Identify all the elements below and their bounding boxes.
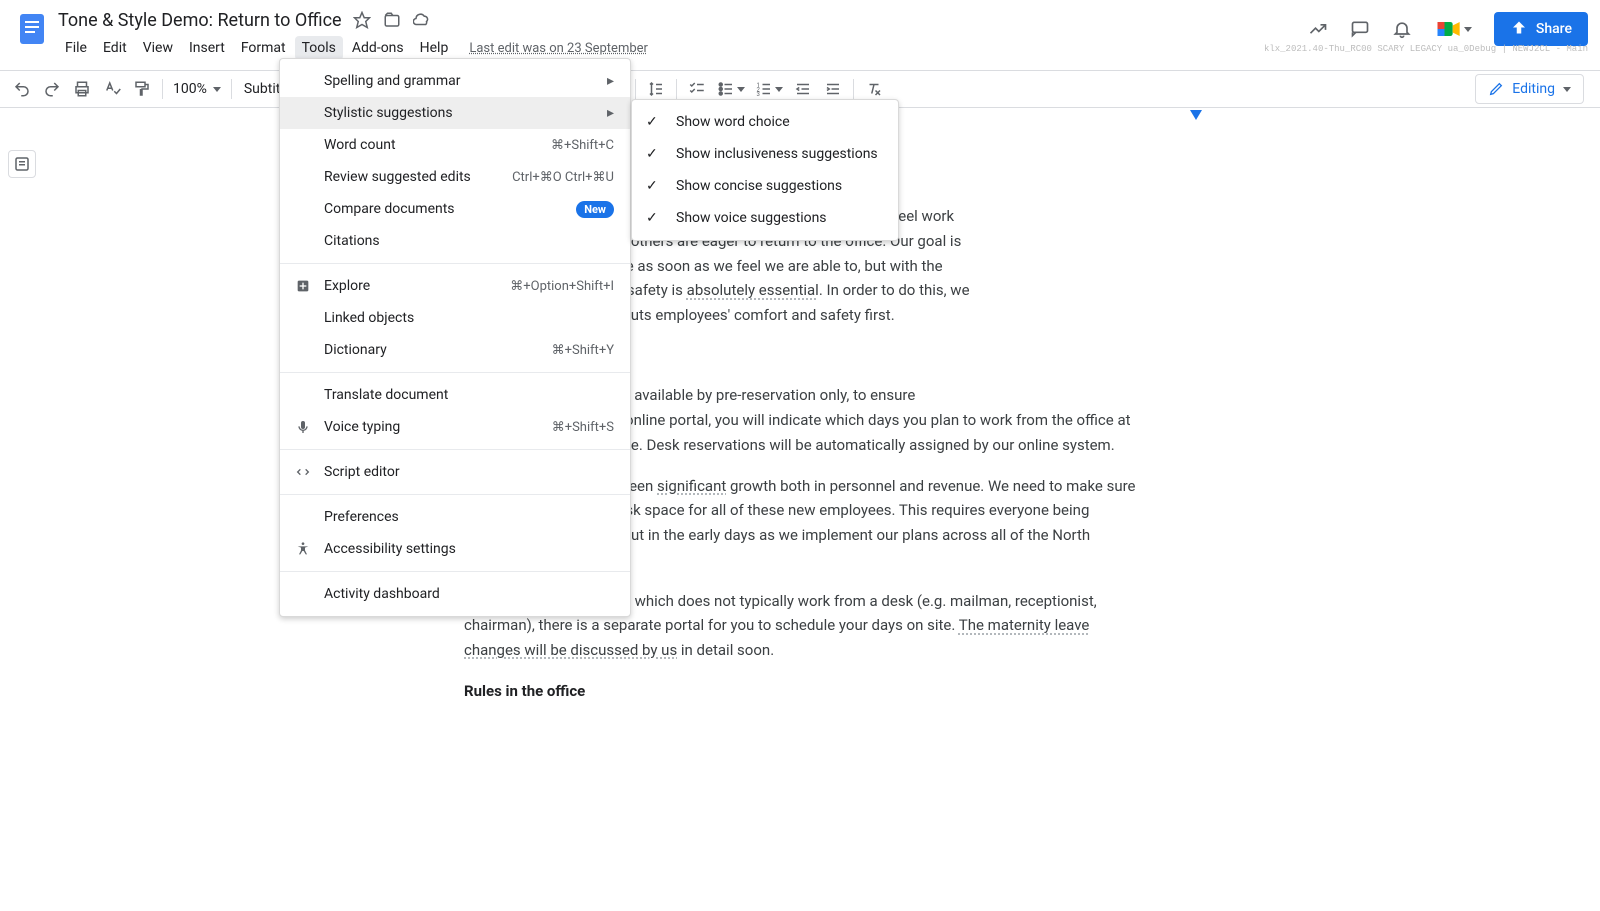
- tools-item-word-count[interactable]: Word count⌘+Shift+C: [280, 129, 630, 161]
- share-label: Share: [1536, 21, 1572, 37]
- menu-tools[interactable]: Tools: [295, 36, 343, 60]
- header: Tone & Style Demo: Return to Office File…: [0, 0, 1600, 62]
- tools-item-linked-objects[interactable]: Linked objects: [280, 302, 630, 334]
- menu-edit[interactable]: Edit: [96, 36, 134, 60]
- share-button[interactable]: Share: [1494, 12, 1588, 46]
- spellcheck-button[interactable]: [98, 75, 126, 103]
- tools-item-translate-document[interactable]: Translate document: [280, 379, 630, 411]
- paint-format-button[interactable]: [128, 75, 156, 103]
- tools-item-review-suggested-edits[interactable]: Review suggested editsCtrl+⌘O Ctrl+⌘U: [280, 161, 630, 193]
- tools-item-preferences[interactable]: Preferences: [280, 501, 630, 533]
- debug-info: klx_2021.40-Thu_RC00 SCARY LEGACY ua_0De…: [1264, 44, 1588, 54]
- comments-icon[interactable]: [1350, 19, 1370, 39]
- menubar: File Edit View Insert Format Tools Add-o…: [58, 34, 1308, 62]
- tools-item-script-editor[interactable]: Script editor: [280, 456, 630, 488]
- stylistic-option-show-concise-suggestions[interactable]: ✓Show concise suggestions: [632, 170, 898, 202]
- suggestion-link[interactable]: absolutely essential: [687, 281, 819, 299]
- check-icon: ✓: [646, 210, 664, 226]
- doc-text: in detail soon.: [677, 641, 774, 659]
- print-button[interactable]: [68, 75, 96, 103]
- code-icon: [294, 463, 312, 481]
- menu-view[interactable]: View: [136, 36, 180, 60]
- check-icon: ✓: [646, 114, 664, 130]
- tools-item-compare-documents[interactable]: Compare documentsNew: [280, 193, 630, 225]
- suggestion-link[interactable]: significant: [657, 477, 726, 495]
- docs-logo[interactable]: [12, 8, 52, 48]
- star-icon[interactable]: [352, 10, 372, 30]
- check-icon: ✓: [646, 178, 664, 194]
- activity-icon[interactable]: [1308, 19, 1328, 39]
- stylistic-option-show-word-choice[interactable]: ✓Show word choice: [632, 106, 898, 138]
- last-edit-link[interactable]: Last edit was on 23 September: [469, 41, 648, 56]
- tools-item-explore[interactable]: Explore⌘+Option+Shift+I: [280, 270, 630, 302]
- tools-menu-dropdown: Spelling and grammar▸Stylistic suggestio…: [279, 58, 631, 617]
- menu-file[interactable]: File: [58, 36, 94, 60]
- tools-item-activity-dashboard[interactable]: Activity dashboard: [280, 578, 630, 610]
- cloud-status-icon[interactable]: [412, 10, 432, 30]
- notifications-icon[interactable]: [1392, 19, 1412, 39]
- tools-item-dictionary[interactable]: Dictionary⌘+Shift+Y: [280, 334, 630, 366]
- submenu-arrow-icon: ▸: [607, 105, 614, 121]
- new-badge: New: [576, 201, 614, 218]
- tools-item-spelling-and-grammar[interactable]: Spelling and grammar▸: [280, 65, 630, 97]
- stylistic-option-show-inclusiveness-suggestions[interactable]: ✓Show inclusiveness suggestions: [632, 138, 898, 170]
- redo-button[interactable]: [38, 75, 66, 103]
- svg-text:3: 3: [756, 91, 759, 98]
- meet-button[interactable]: [1434, 15, 1472, 43]
- menu-addons[interactable]: Add-ons: [345, 36, 411, 60]
- editing-mode-button[interactable]: Editing: [1475, 74, 1584, 104]
- title-area: Tone & Style Demo: Return to Office File…: [58, 8, 1308, 62]
- menu-help[interactable]: Help: [413, 36, 456, 60]
- ruler-marker-icon[interactable]: [1190, 110, 1202, 120]
- zoom-select[interactable]: 100%: [169, 79, 225, 99]
- subheading: Rules in the office: [464, 679, 1136, 704]
- header-right: Share: [1308, 8, 1588, 46]
- tools-item-voice-typing[interactable]: Voice typing⌘+Shift+S: [280, 411, 630, 443]
- plus-icon: [294, 277, 312, 295]
- check-icon: ✓: [646, 146, 664, 162]
- tools-item-stylistic-suggestions[interactable]: Stylistic suggestions▸: [280, 97, 630, 129]
- submenu-arrow-icon: ▸: [607, 73, 614, 89]
- move-icon[interactable]: [382, 10, 402, 30]
- stylistic-option-show-voice-suggestions[interactable]: ✓Show voice suggestions: [632, 202, 898, 234]
- stylistic-submenu: ✓Show word choice✓Show inclusiveness sug…: [631, 99, 899, 241]
- undo-button[interactable]: [8, 75, 36, 103]
- tools-item-accessibility-settings[interactable]: Accessibility settings: [280, 533, 630, 565]
- doc-text: . In order to do this, we: [819, 281, 970, 299]
- mic-icon: [294, 418, 312, 436]
- tools-item-citations[interactable]: Citations: [280, 225, 630, 257]
- document-title[interactable]: Tone & Style Demo: Return to Office: [58, 10, 342, 31]
- accessibility-icon: [294, 540, 312, 558]
- outline-tab-button[interactable]: [8, 150, 36, 178]
- menu-insert[interactable]: Insert: [182, 36, 232, 60]
- menu-format[interactable]: Format: [234, 36, 293, 60]
